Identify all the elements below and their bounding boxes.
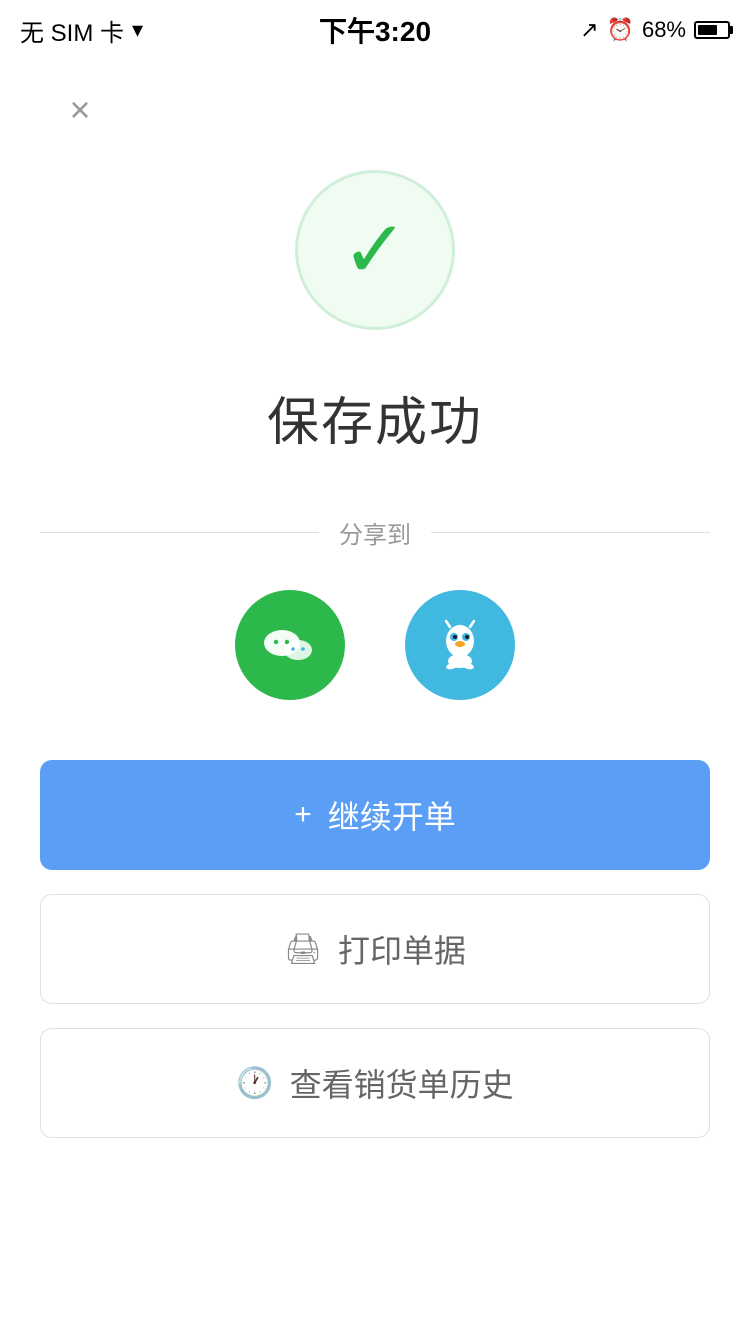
no-sim-label: 无 SIM 卡 <box>20 13 124 48</box>
share-label: 分享到 <box>339 515 411 550</box>
wifi-icon: ▾ <box>132 17 143 43</box>
print-button[interactable]: 🖨 打印单据 <box>40 894 710 1004</box>
print-icon: 🖨 <box>284 932 322 967</box>
history-button[interactable]: 🕐 查看销货单历史 <box>40 1028 710 1138</box>
status-bar: 无 SIM 卡 ▾ 下午3:20 ↗ ⏰ 68% <box>0 0 750 60</box>
share-icons <box>40 590 710 700</box>
battery-percent: 68% <box>642 17 686 43</box>
history-label: 查看销货单历史 <box>290 1060 514 1106</box>
close-button[interactable]: × <box>50 80 110 140</box>
battery-icon <box>694 21 730 39</box>
qq-icon <box>430 615 490 675</box>
plus-icon: + <box>294 798 312 832</box>
location-icon: ↗ <box>580 17 598 43</box>
wechat-icon <box>260 615 320 675</box>
continue-button[interactable]: + 继续开单 <box>40 760 710 870</box>
success-circle: ✓ <box>295 170 455 330</box>
status-time: 下午3:20 <box>319 10 431 50</box>
success-title: 保存成功 <box>267 380 483 455</box>
main-content: × ✓ 保存成功 分享到 <box>0 60 750 1334</box>
continue-label: 继续开单 <box>328 792 456 838</box>
qq-share-button[interactable] <box>405 590 515 700</box>
alarm-icon: ⏰ <box>607 17 634 43</box>
close-icon: × <box>69 92 90 128</box>
history-icon: 🕐 <box>236 1066 273 1101</box>
status-left: 无 SIM 卡 ▾ <box>20 13 143 48</box>
share-divider: 分享到 <box>40 515 710 550</box>
share-section: 分享到 <box>40 515 710 700</box>
wechat-share-button[interactable] <box>235 590 345 700</box>
actions: + 继续开单 🖨 打印单据 🕐 查看销货单历史 <box>40 760 710 1138</box>
status-right: ↗ ⏰ 68% <box>580 17 730 43</box>
print-label: 打印单据 <box>338 926 466 972</box>
checkmark-icon: ✓ <box>341 210 408 290</box>
